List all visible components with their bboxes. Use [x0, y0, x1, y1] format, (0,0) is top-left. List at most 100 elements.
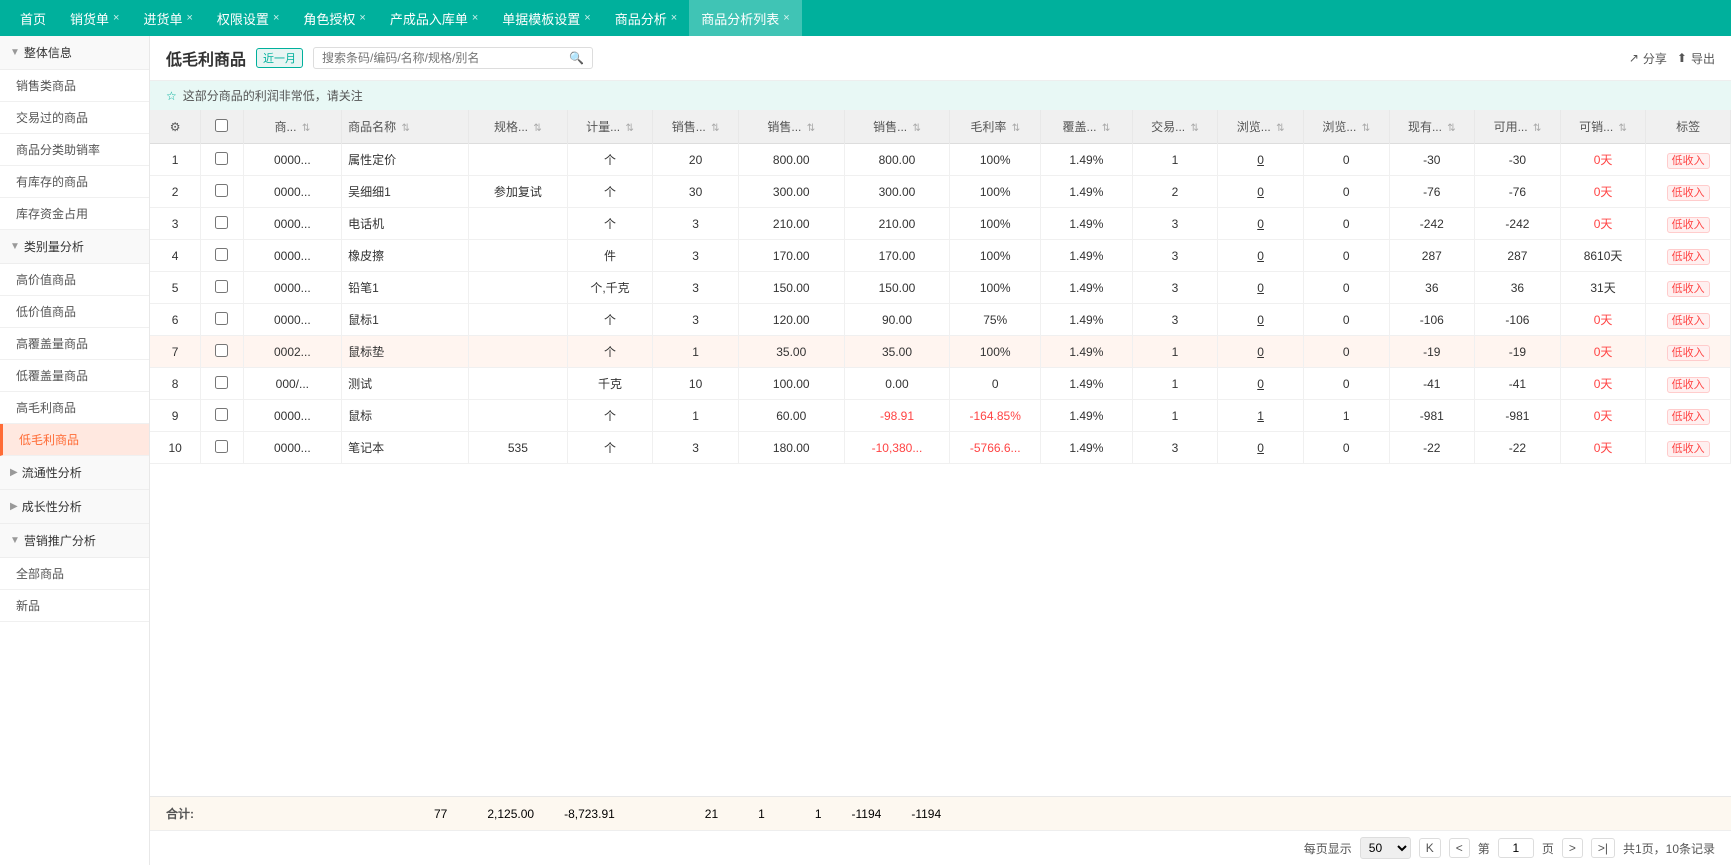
th-trade[interactable]: 交易... ⇅ — [1132, 110, 1218, 144]
th-code[interactable]: 商... ⇅ — [243, 110, 342, 144]
nav-goods-analysis-list[interactable]: 商品分析列表 × — [689, 0, 801, 36]
sidebar-item-low-value[interactable]: 低价值商品 — [0, 296, 149, 328]
th-sale-qty[interactable]: 销售... ⇅ — [653, 110, 739, 144]
browse1-link[interactable]: 0 — [1257, 441, 1264, 455]
sidebar-item-new-goods[interactable]: 新品 — [0, 590, 149, 622]
nav-goods-list-close[interactable]: × — [783, 12, 789, 24]
page-last-button[interactable]: >| — [1591, 838, 1615, 858]
cell-browse1[interactable]: 0 — [1218, 336, 1304, 368]
cell-browse1[interactable]: 0 — [1218, 432, 1304, 464]
cell-checkbox[interactable] — [201, 336, 243, 368]
cell-checkbox[interactable] — [201, 432, 243, 464]
share-button[interactable]: ↗ 分享 — [1629, 50, 1667, 67]
th-sale-days[interactable]: 可销... ⇅ — [1560, 110, 1646, 144]
nav-goods-analysis[interactable]: 商品分析 × — [603, 0, 689, 36]
cell-checkbox[interactable] — [201, 368, 243, 400]
cell-checkbox[interactable] — [201, 176, 243, 208]
browse1-link[interactable]: 0 — [1257, 377, 1264, 391]
th-name[interactable]: 商品名称 ⇅ — [342, 110, 469, 144]
th-browse1[interactable]: 浏览... ⇅ — [1218, 110, 1304, 144]
row-checkbox-9[interactable] — [215, 440, 228, 453]
nav-role-close[interactable]: × — [359, 12, 365, 24]
page-prev-button[interactable]: < — [1449, 838, 1470, 858]
cell-browse1[interactable]: 0 — [1218, 368, 1304, 400]
tag-recent[interactable]: 近一月 — [256, 48, 303, 68]
browse1-link[interactable]: 0 — [1257, 153, 1264, 167]
cell-browse1[interactable]: 0 — [1218, 144, 1304, 176]
browse1-link[interactable]: 0 — [1257, 185, 1264, 199]
cell-checkbox[interactable] — [201, 304, 243, 336]
th-setting[interactable]: ⚙ — [150, 110, 201, 144]
th-browse2[interactable]: 浏览... ⇅ — [1303, 110, 1389, 144]
cell-checkbox[interactable] — [201, 144, 243, 176]
nav-role[interactable]: 角色授权 × — [291, 0, 377, 36]
row-checkbox-0[interactable] — [215, 152, 228, 165]
sidebar-item-stock-goods[interactable]: 有库存的商品 — [0, 166, 149, 198]
browse1-link[interactable]: 0 — [1257, 313, 1264, 327]
cell-browse1[interactable]: 0 — [1218, 240, 1304, 272]
search-box[interactable]: 🔍 — [313, 47, 593, 69]
nav-sales-close[interactable]: × — [113, 12, 119, 24]
sidebar-item-all-goods[interactable]: 全部商品 — [0, 558, 149, 590]
per-page-select[interactable]: 50 100 200 — [1360, 837, 1411, 859]
cell-browse1[interactable]: 0 — [1218, 304, 1304, 336]
th-stock[interactable]: 现有... ⇅ — [1389, 110, 1475, 144]
nav-sales[interactable]: 销货单 × — [58, 0, 131, 36]
cell-browse1[interactable]: 0 — [1218, 176, 1304, 208]
browse1-link[interactable]: 0 — [1257, 217, 1264, 231]
th-spec[interactable]: 规格... ⇅ — [469, 110, 568, 144]
sidebar-group-marketing[interactable]: ▼ 营销推广分析 — [0, 524, 149, 558]
nav-purchase-close[interactable]: × — [186, 12, 192, 24]
cell-checkbox[interactable] — [201, 400, 243, 432]
sidebar-item-category-rate[interactable]: 商品分类助销率 — [0, 134, 149, 166]
sidebar-item-traded-goods[interactable]: 交易过的商品 — [0, 102, 149, 134]
page-first-button[interactable]: K — [1419, 838, 1441, 858]
sidebar-item-low-coverage[interactable]: 低覆盖量商品 — [0, 360, 149, 392]
nav-goods-analysis-close[interactable]: × — [671, 12, 677, 24]
row-checkbox-4[interactable] — [215, 280, 228, 293]
nav-purchase[interactable]: 进货单 × — [131, 0, 204, 36]
select-all-checkbox[interactable] — [215, 119, 228, 132]
sidebar-group-growth[interactable]: ▶ 成长性分析 — [0, 490, 149, 524]
row-checkbox-3[interactable] — [215, 248, 228, 261]
sidebar-item-stock-fund[interactable]: 库存资金占用 — [0, 198, 149, 230]
nav-template[interactable]: 单据模板设置 × — [490, 0, 602, 36]
th-unit[interactable]: 计量... ⇅ — [567, 110, 653, 144]
browse1-link[interactable]: 0 — [1257, 281, 1264, 295]
settings-icon[interactable]: ⚙ — [170, 120, 181, 134]
sidebar-item-high-profit[interactable]: 高毛利商品 — [0, 392, 149, 424]
nav-permission[interactable]: 权限设置 × — [205, 0, 291, 36]
th-coverage[interactable]: 覆盖... ⇅ — [1041, 110, 1133, 144]
nav-product-entry[interactable]: 产成品入库单 × — [378, 0, 490, 36]
sidebar-item-sales-goods[interactable]: 销售类商品 — [0, 70, 149, 102]
sidebar-group-category[interactable]: ▼ 类别量分析 — [0, 230, 149, 264]
th-sale-price[interactable]: 销售... ⇅ — [738, 110, 844, 144]
page-next-button[interactable]: > — [1562, 838, 1583, 858]
row-checkbox-5[interactable] — [215, 312, 228, 325]
page-number-input[interactable] — [1498, 838, 1534, 858]
browse1-link[interactable]: 0 — [1257, 249, 1264, 263]
cell-checkbox[interactable] — [201, 240, 243, 272]
cell-browse1[interactable]: 1 — [1218, 400, 1304, 432]
row-checkbox-8[interactable] — [215, 408, 228, 421]
cell-checkbox[interactable] — [201, 208, 243, 240]
cell-checkbox[interactable] — [201, 272, 243, 304]
th-avail[interactable]: 可用... ⇅ — [1475, 110, 1561, 144]
th-sale-profit[interactable]: 销售... ⇅ — [844, 110, 950, 144]
cell-browse1[interactable]: 0 — [1218, 208, 1304, 240]
th-profit-rate[interactable]: 毛利率 ⇅ — [950, 110, 1041, 144]
browse1-link[interactable]: 1 — [1257, 409, 1264, 423]
sidebar-group-flow[interactable]: ▶ 流通性分析 — [0, 456, 149, 490]
browse1-link[interactable]: 0 — [1257, 345, 1264, 359]
search-icon[interactable]: 🔍 — [569, 51, 584, 65]
row-checkbox-2[interactable] — [215, 216, 228, 229]
sidebar-group-overview[interactable]: ▼ 整体信息 — [0, 36, 149, 70]
sidebar-item-high-value[interactable]: 高价值商品 — [0, 264, 149, 296]
cell-browse1[interactable]: 0 — [1218, 272, 1304, 304]
row-checkbox-1[interactable] — [215, 184, 228, 197]
nav-home[interactable]: 首页 — [8, 0, 58, 36]
row-checkbox-7[interactable] — [215, 376, 228, 389]
nav-permission-close[interactable]: × — [273, 12, 279, 24]
nav-product-close[interactable]: × — [472, 12, 478, 24]
search-input[interactable] — [322, 51, 565, 65]
